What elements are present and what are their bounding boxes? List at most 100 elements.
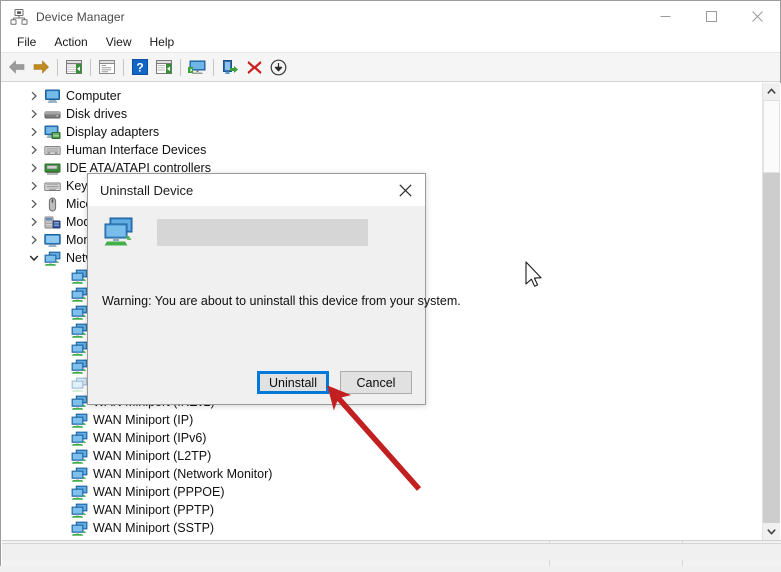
tree-item[interactable]: WAN Miniport (SSTP) [2,519,747,537]
network-adapter-icon [69,303,89,321]
chevron-right-icon[interactable] [26,231,42,249]
network-adapter-icon [69,501,89,519]
tree-item[interactable]: WAN Miniport (Network Monitor) [2,465,747,483]
minimize-icon[interactable] [642,1,688,32]
network-adapter-icon [69,357,89,375]
tree-item[interactable]: Disk drives [2,105,747,123]
dialog-title-bar: Uninstall Device [88,174,425,206]
device-name-redacted [157,218,368,246]
window-title: Device Manager [36,9,125,24]
tree-item[interactable]: WAN Miniport (L2TP) [2,447,747,465]
network-adapter-icon [69,285,89,303]
tree-item-label: WAN Miniport (L2TP) [93,449,212,463]
chevron-right-icon[interactable] [26,159,42,177]
toolbar-separator [57,58,58,76]
network-adapter-icon [69,393,89,411]
tree-item[interactable]: WAN Miniport (PPTP) [2,501,747,519]
device-manager-icon [10,8,28,26]
chevron-right-icon[interactable] [26,87,42,105]
help-icon[interactable]: ? [128,55,152,79]
display-adapter-icon [42,123,62,141]
computer-icon [42,87,62,105]
tree-item-label: Human Interface Devices [66,143,207,157]
tree-item-label: WAN Miniport (SSTP) [93,521,215,535]
network-adapter-disabled-icon [69,375,89,393]
network-adapter-icon [69,519,89,537]
uninstall-device-icon[interactable] [242,55,266,79]
device-manager-window: Device Manager File Action View Help ? C… [0,0,781,566]
menu-item-file[interactable]: File [8,33,45,52]
cancel-button[interactable]: Cancel [340,371,412,394]
chevron-right-icon[interactable] [26,177,42,195]
horizontal-scrollbar[interactable] [2,543,781,560]
enable-device-icon[interactable] [218,55,242,79]
close-icon[interactable] [734,1,780,32]
tree-item[interactable]: WAN Miniport (IP) [2,411,747,429]
menu-bar: File Action View Help [1,32,780,53]
scroll-down-icon[interactable] [763,523,780,540]
dialog-close-icon[interactable] [385,174,425,206]
menu-item-view[interactable]: View [97,33,141,52]
chevron-right-icon[interactable] [26,195,42,213]
network-adapter-icon [69,483,89,501]
chevron-right-icon[interactable] [26,123,42,141]
tree-item-label: Display adapters [66,125,160,139]
scan-for-hardware-changes-icon[interactable] [152,55,176,79]
tree-item-label: WAN Miniport (PPTP) [93,503,215,517]
uninstall-button[interactable]: Uninstall [257,371,329,394]
title-bar: Device Manager [1,1,780,32]
chevron-down-icon[interactable] [26,249,42,267]
monitor-icon [42,231,62,249]
tree-item-label: WAN Miniport (PPPOE) [93,485,225,499]
tree-item[interactable]: WAN Miniport (IPv6) [2,429,747,447]
ide-controller-icon [42,159,62,177]
disable-device-icon[interactable] [266,55,290,79]
dialog-warning-text: Warning: You are about to uninstall this… [102,294,461,308]
menu-item-action[interactable]: Action [45,33,96,52]
network-adapter-icon [42,249,62,267]
network-adapter-icon [69,267,89,285]
disk-drive-icon [42,105,62,123]
network-adapter-icon [69,447,89,465]
vertical-scroll-track[interactable] [763,173,780,523]
maximize-icon[interactable] [688,1,734,32]
vertical-scroll-thumb[interactable] [763,100,780,173]
properties-icon[interactable] [95,55,119,79]
tree-item[interactable]: WAN Miniport (PPPOE) [2,483,747,501]
network-adapter-icon [69,465,89,483]
show-hide-console-tree-icon[interactable] [62,55,86,79]
keyboard-icon [42,177,62,195]
update-driver-icon[interactable] [185,55,209,79]
dialog-device-row [102,215,368,249]
tree-item-label: Computer [66,89,121,103]
toolbar-separator [180,58,181,76]
toolbar: ? [1,53,780,82]
chevron-right-icon[interactable] [26,141,42,159]
scroll-up-icon[interactable] [763,83,780,100]
forward-icon[interactable] [29,55,53,79]
network-adapter-icon [69,411,89,429]
chevron-right-icon[interactable] [26,213,42,231]
chevron-right-icon[interactable] [26,105,42,123]
back-icon[interactable] [5,55,29,79]
tree-item[interactable]: Human Interface Devices [2,141,747,159]
menu-item-help[interactable]: Help [141,33,184,52]
network-adapter-icon [69,321,89,339]
tree-item-label: WAN Miniport (IPv6) [93,431,207,445]
tree-item[interactable]: Display adapters [2,123,747,141]
vertical-scrollbar[interactable] [762,83,780,540]
uninstall-device-dialog: Uninstall Device Warning: You are about … [87,173,461,405]
modem-icon [42,213,62,231]
toolbar-separator [123,58,124,76]
tree-item[interactable]: Computer [2,87,747,105]
